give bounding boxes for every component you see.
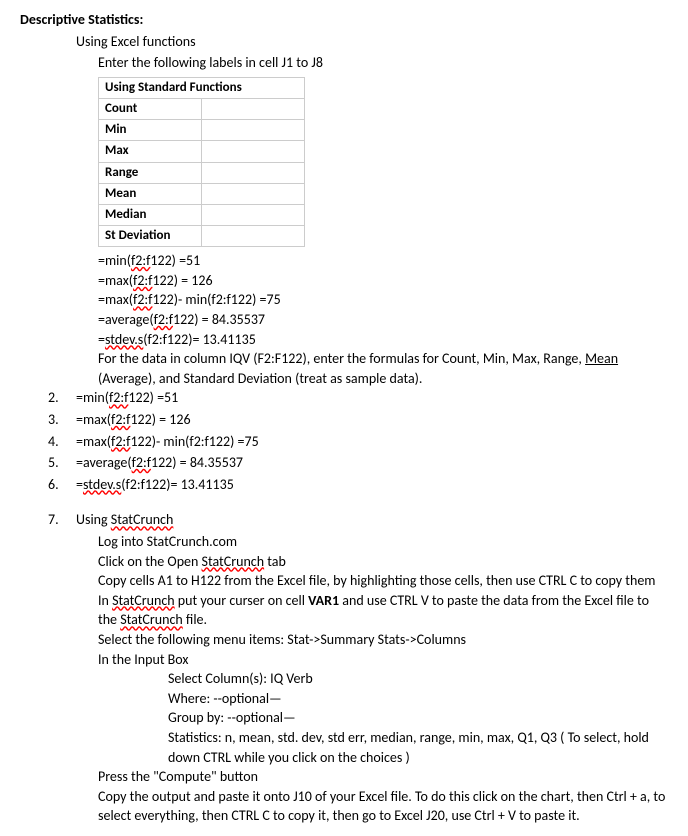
- table-row: Min: [99, 120, 202, 141]
- list-item-7: 7. Using StatCrunch: [48, 510, 668, 530]
- item-marker: [76, 650, 98, 670]
- item-text: Click on the Open StatCrunch tab: [98, 552, 668, 572]
- formula-line: =min(f2:f122) =51: [98, 251, 668, 271]
- item-marker: [76, 787, 98, 826]
- item-marker: 2.: [48, 388, 76, 408]
- table-header: Using Standard Functions: [99, 77, 305, 98]
- formula-line: =max(f2:f122)- min(f2:f122) =75: [98, 290, 668, 310]
- formula-line: =stdev.s(f2:f122)= 13.41135: [76, 475, 668, 495]
- list-item-7e: Select the following menu items: Stat->S…: [76, 630, 668, 650]
- item-marker: [76, 53, 98, 73]
- item-marker: [76, 591, 98, 630]
- formula-line: =min(f2:f122) =51: [76, 388, 668, 408]
- list-item-7h: Copy the output and paste it onto J10 of…: [76, 787, 668, 826]
- formula-line: =average(f2:f122) = 84.35537: [98, 310, 668, 330]
- list-item-7b: Click on the Open StatCrunch tab: [76, 552, 668, 572]
- item-text: Press the "Compute" button: [98, 767, 668, 787]
- item-text: Log into StatCrunch.com: [98, 532, 668, 552]
- item-marker: [76, 552, 98, 572]
- item-marker: [76, 630, 98, 650]
- list-item-5: 5. =average(f2:f122) = 84.35537: [48, 453, 668, 473]
- formula-line: =stdev.s(f2:f122)= 13.41135: [98, 330, 668, 350]
- item-marker: 7.: [48, 510, 76, 530]
- table-row: Median: [99, 204, 202, 225]
- list-item-1b: For the data in column IQV (F2:F122), en…: [76, 349, 668, 388]
- item-marker: 5.: [48, 453, 76, 473]
- list-item-7a: Log into StatCrunch.com: [76, 532, 668, 552]
- table-row: Count: [99, 98, 202, 119]
- list-item-7f-iv: Statistics: n, mean, std. dev, std err, …: [130, 728, 668, 767]
- list-item-1a: Enter the following labels in cell J1 to…: [76, 53, 668, 73]
- list-item-6: 6. =stdev.s(f2:f122)= 13.41135: [48, 475, 668, 495]
- item-marker: [76, 532, 98, 552]
- table-row: St Deviation: [99, 226, 202, 247]
- list-item-7g: Press the "Compute" button: [76, 767, 668, 787]
- item-text: In the Input Box: [98, 650, 668, 670]
- list-item-3: 3. =max(f2:f122) = 126: [48, 410, 668, 430]
- item-text: Enter the following labels in cell J1 to…: [98, 53, 668, 73]
- table-row: Mean: [99, 183, 202, 204]
- item-text: Select the following menu items: Stat->S…: [98, 630, 668, 650]
- item-text: Copy cells A1 to H122 from the Excel fil…: [98, 571, 668, 591]
- item-marker: 6.: [48, 475, 76, 495]
- item-text: For the data in column IQV (F2:F122), en…: [98, 349, 668, 388]
- labels-table: Using Standard Functions Count Min Max R…: [98, 77, 305, 248]
- list-item-4: 4. =max(f2:f122)- min(f2:f122) =75: [48, 432, 668, 452]
- formula-line: =average(f2:f122) = 84.35537: [76, 453, 668, 473]
- item-marker: [48, 32, 76, 52]
- list-item-7f-iii: Group by: --optional—: [130, 708, 668, 728]
- list-item-7c: Copy cells A1 to H122 from the Excel fil…: [76, 571, 668, 591]
- item-marker: [76, 571, 98, 591]
- page-title: Descriptive Statistics:: [20, 10, 668, 30]
- item-marker: 4.: [48, 432, 76, 452]
- list-item-7d: In StatCrunch put your curser on cell VA…: [76, 591, 668, 630]
- item-marker: 3.: [48, 410, 76, 430]
- table-row: Max: [99, 141, 202, 162]
- formula-line: =max(f2:f122) = 126: [98, 271, 668, 291]
- table-row: Range: [99, 162, 202, 183]
- list-item-7f-i: Select Column(s): IQ Verb: [130, 669, 668, 689]
- formula-line: =max(f2:f122) = 126: [76, 410, 668, 430]
- item-text: Using StatCrunch: [76, 510, 668, 530]
- item-text: Copy the output and paste it onto J10 of…: [98, 787, 668, 826]
- item-marker: [76, 349, 98, 388]
- item-marker: [76, 767, 98, 787]
- formula-line: =max(f2:f122)- min(f2:f122) =75: [76, 432, 668, 452]
- item-text: Using Excel functions: [76, 32, 668, 52]
- list-item-7f: In the Input Box: [76, 650, 668, 670]
- item-text: In StatCrunch put your curser on cell VA…: [98, 591, 668, 630]
- list-item-1: Using Excel functions: [48, 32, 668, 52]
- list-item-7f-ii: Where: --optional—: [130, 689, 668, 709]
- list-item-2: 2. =min(f2:f122) =51: [48, 388, 668, 408]
